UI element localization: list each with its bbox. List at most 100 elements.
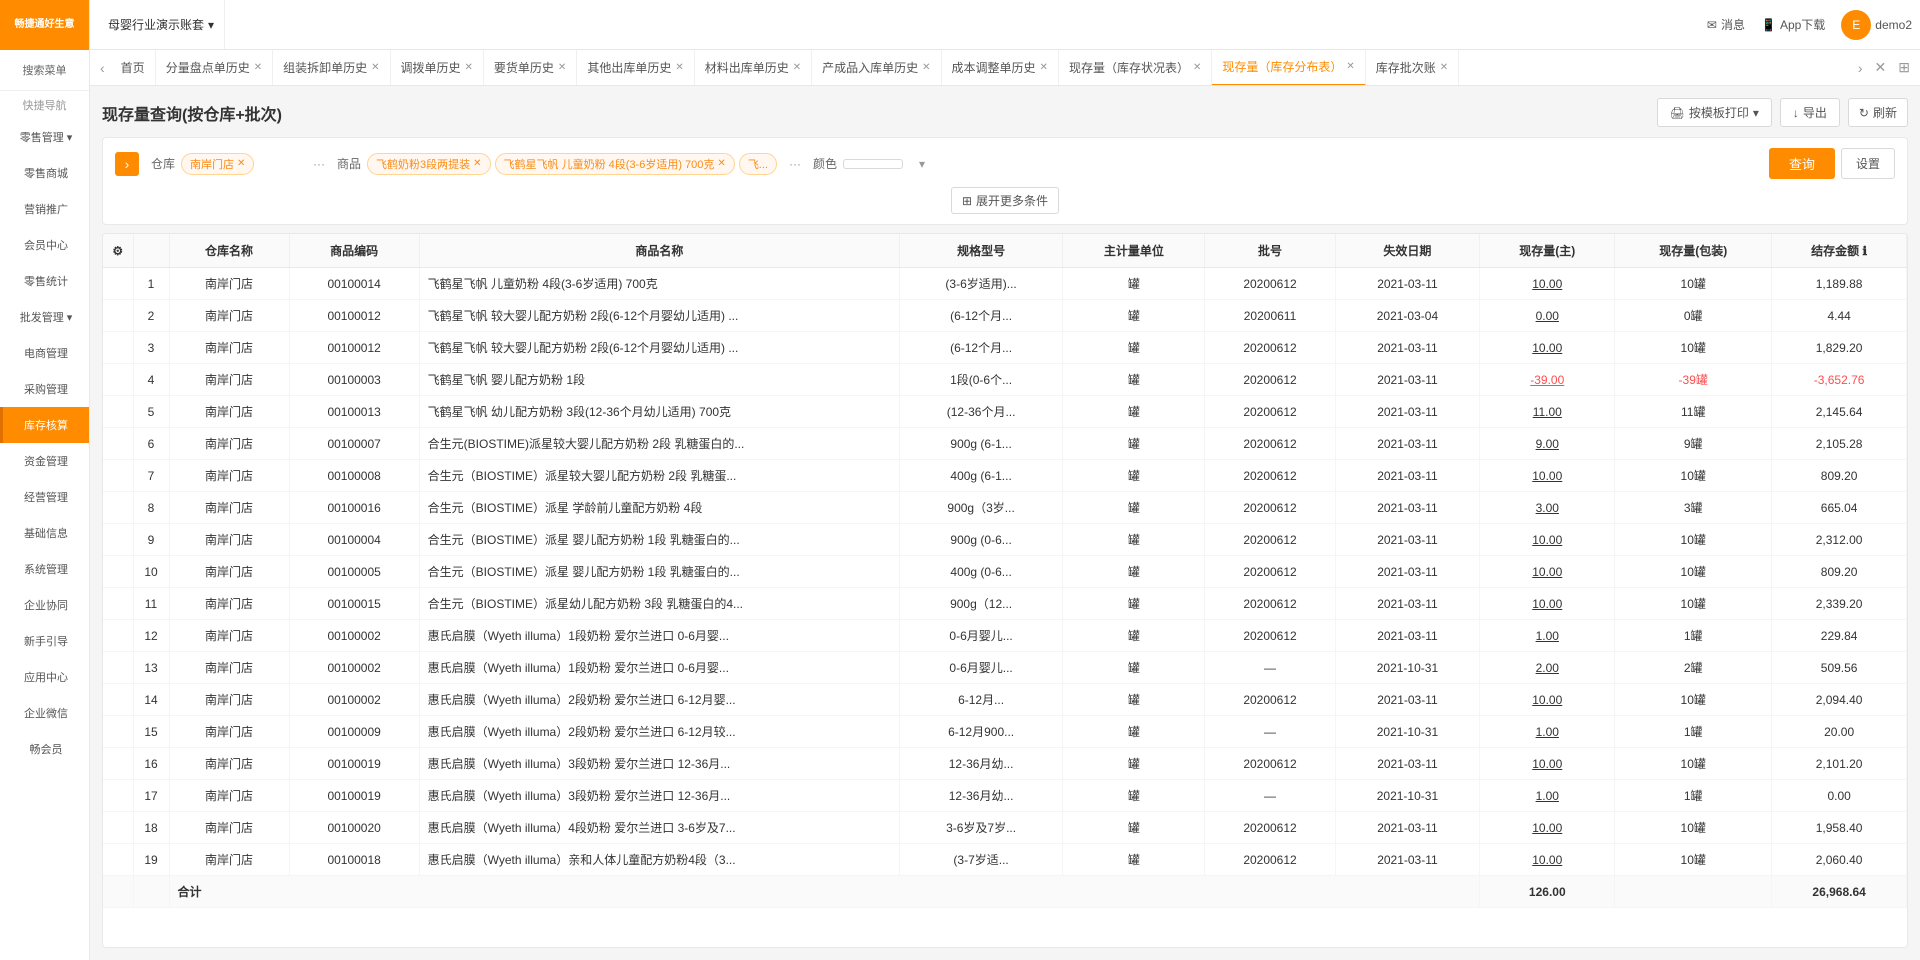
cell-qty-main[interactable]: 10.00 xyxy=(1480,588,1615,620)
cell-qty-main[interactable]: 11.00 xyxy=(1480,396,1615,428)
sidebar-item-retail-shop[interactable]: 零售商城 xyxy=(0,155,89,191)
tab-close-icon[interactable]: ✕ xyxy=(793,62,801,73)
warehouse-more[interactable]: ··· xyxy=(313,157,325,171)
cell-qty-main[interactable]: 10.00 xyxy=(1480,748,1615,780)
tab-close-icon[interactable]: ✕ xyxy=(922,62,930,73)
tab-close-icon[interactable]: ✕ xyxy=(558,62,566,73)
tab-requisition[interactable]: 要货单历史 ✕ xyxy=(484,50,577,86)
tab-product-in[interactable]: 产成品入库单历史 ✕ xyxy=(812,50,941,86)
tab-current-status[interactable]: 现存量（库存状况表） ✕ xyxy=(1059,50,1212,86)
cell-qty-main[interactable]: 2.00 xyxy=(1480,652,1615,684)
export-button[interactable]: ↓ 导出 xyxy=(1780,98,1840,127)
sidebar-item-operations[interactable]: 经营管理 xyxy=(0,479,89,515)
product-more[interactable]: ··· xyxy=(789,157,801,171)
cell-qty-main[interactable]: 0.00 xyxy=(1480,300,1615,332)
sidebar-item-ecommerce[interactable]: 电商管理 xyxy=(0,335,89,371)
sidebar-item-label: 企业协同 xyxy=(24,600,68,612)
cell-qty-main[interactable]: 10.00 xyxy=(1480,812,1615,844)
col-gear[interactable]: ⚙ xyxy=(103,234,133,268)
warehouse-tag-0[interactable]: 南岸门店 ✕ xyxy=(181,153,254,175)
sidebar-item-wholesale[interactable]: 批发管理 ▾ xyxy=(0,299,89,335)
product-tag-close-0[interactable]: ✕ xyxy=(473,158,481,169)
cell-qty-main[interactable]: 10.00 xyxy=(1480,524,1615,556)
tab-mix[interactable]: 调拨单历史 ✕ xyxy=(391,50,484,86)
product-tag-2: 飞... xyxy=(739,153,777,175)
tab-close-icon[interactable]: ✕ xyxy=(1440,62,1448,73)
sidebar-item-retail-mgmt[interactable]: 零售管理 ▾ xyxy=(0,119,89,155)
product-tag-1[interactable]: 飞鹤星飞帆 儿童奶粉 4段(3-6岁适用) 700克 ✕ xyxy=(495,153,735,175)
account-dropdown[interactable]: 母婴行业演示账套 ▾ xyxy=(98,0,225,50)
sidebar-item-apps[interactable]: 应用中心 xyxy=(0,659,89,695)
cell-qty-main[interactable]: -39.00 xyxy=(1480,364,1615,396)
sidebar-item-retail-stats[interactable]: 零售统计 xyxy=(0,263,89,299)
tab-close-icon[interactable]: ✕ xyxy=(465,62,473,73)
arrow-icon: ▾ xyxy=(67,132,73,144)
refresh-button[interactable]: ↻ 刷新 xyxy=(1848,98,1908,127)
setting-button[interactable]: 设置 xyxy=(1841,148,1895,179)
sidebar-item-inventory[interactable]: 库存核算 xyxy=(0,407,89,443)
filter-row: › 仓库 南岸门店 ✕ ··· 商品 xyxy=(115,148,1895,179)
tab-close-icon[interactable]: ✕ xyxy=(371,62,379,73)
cell-qty-main[interactable]: 10.00 xyxy=(1480,684,1615,716)
tab-close-icon[interactable]: ✕ xyxy=(1193,62,1201,73)
color-dropdown-icon[interactable]: ▾ xyxy=(919,157,925,171)
quick-nav-label[interactable]: 快捷导航 xyxy=(0,91,89,119)
product-tag-0[interactable]: 飞鹤奶粉3段两提装 ✕ xyxy=(367,153,491,175)
messages-button[interactable]: ✉ 消息 xyxy=(1707,16,1745,33)
cell-qty-main[interactable]: 1.00 xyxy=(1480,780,1615,812)
cell-qty-main[interactable]: 3.00 xyxy=(1480,492,1615,524)
sidebar-item-finance[interactable]: 资金管理 xyxy=(0,443,89,479)
sidebar-item-purchase[interactable]: 采购管理 xyxy=(0,371,89,407)
filter-expand-left-button[interactable]: › xyxy=(115,152,139,176)
expand-conditions-button[interactable]: ⊞ 展开更多条件 xyxy=(951,187,1059,214)
cell-qty-main[interactable]: 10.00 xyxy=(1480,332,1615,364)
cell-batch: 20200611 xyxy=(1205,300,1335,332)
print-button[interactable]: 🖨 按模板打印 ▾ xyxy=(1657,98,1772,127)
sidebar-item-basic[interactable]: 基础信息 xyxy=(0,515,89,551)
cell-qty-main[interactable]: 10.00 xyxy=(1480,460,1615,492)
product-tag-close-1[interactable]: ✕ xyxy=(717,158,725,169)
cell-qty-main[interactable]: 10.00 xyxy=(1480,844,1615,876)
tab-close-icon[interactable]: ✕ xyxy=(1346,61,1354,72)
tab-close-icon[interactable]: ✕ xyxy=(254,62,262,73)
tab-disassemble[interactable]: 组装拆卸单历史 ✕ xyxy=(273,50,390,86)
tab-cost-adjust[interactable]: 成本调整单历史 ✕ xyxy=(942,50,1059,86)
warehouse-tag-close[interactable]: ✕ xyxy=(237,158,245,169)
sidebar-item-marketing[interactable]: 营销推广 xyxy=(0,191,89,227)
tab-home[interactable]: 首页 xyxy=(111,50,156,86)
tab-expand-button[interactable]: ⊞ xyxy=(1892,55,1916,80)
cell-qty-main[interactable]: 1.00 xyxy=(1480,716,1615,748)
tab-next-button[interactable]: › xyxy=(1852,56,1869,80)
sidebar-item-corp[interactable]: 企业协同 xyxy=(0,587,89,623)
cell-warehouse: 南岸门店 xyxy=(169,812,289,844)
user-profile[interactable]: E demo2 xyxy=(1841,10,1912,40)
sidebar-item-system[interactable]: 系统管理 xyxy=(0,551,89,587)
search-menu-button[interactable]: 搜索菜单 xyxy=(6,58,83,82)
query-button[interactable]: 查询 xyxy=(1769,148,1835,179)
tab-material-out[interactable]: 材料出库单历史 ✕ xyxy=(695,50,812,86)
cell-spec: 900g (6-1... xyxy=(900,428,1063,460)
tab-close-icon[interactable]: ✕ xyxy=(675,62,683,73)
table-row: 2 南岸门店 00100012 飞鹤星飞帆 较大婴儿配方奶粉 2段(6-12个月… xyxy=(103,300,1907,332)
cell-qty-main[interactable]: 10.00 xyxy=(1480,556,1615,588)
color-input[interactable] xyxy=(843,159,903,169)
sidebar-item-member[interactable]: 会员中心 xyxy=(0,227,89,263)
tab-batch-account[interactable]: 库存批次账 ✕ xyxy=(1366,50,1459,86)
app-download-button[interactable]: 📱 App下载 xyxy=(1761,16,1825,33)
sidebar-item-member2[interactable]: 畅会员 xyxy=(0,731,89,767)
cell-qty-main[interactable]: 9.00 xyxy=(1480,428,1615,460)
tab-prev-button[interactable]: ‹ xyxy=(94,56,111,80)
table-row: 5 南岸门店 00100013 飞鹤星飞帆 幼儿配方奶粉 3段(12-36个月幼… xyxy=(103,396,1907,428)
tab-other-out[interactable]: 其他出库单历史 ✕ xyxy=(577,50,694,86)
sidebar-item-wechat[interactable]: 企业微信 xyxy=(0,695,89,731)
cell-qty-main[interactable]: 10.00 xyxy=(1480,268,1615,300)
sidebar-item-guide[interactable]: 新手引导 xyxy=(0,623,89,659)
color-filter-label: 颜色 xyxy=(813,155,837,172)
cell-qty-main[interactable]: 1.00 xyxy=(1480,620,1615,652)
tab-close-icon[interactable]: ✕ xyxy=(1040,62,1048,73)
tab-close-all-button[interactable]: ✕ xyxy=(1869,55,1893,80)
tab-current-dist[interactable]: 现存量（库存分布表） ✕ xyxy=(1212,50,1365,86)
table-row: 4 南岸门店 00100003 飞鹤星飞帆 婴儿配方奶粉 1段 1段(0-6个.… xyxy=(103,364,1907,396)
cell-expire: 2021-03-11 xyxy=(1335,812,1480,844)
tab-split-inventory[interactable]: 分量盘点单历史 ✕ xyxy=(156,50,273,86)
